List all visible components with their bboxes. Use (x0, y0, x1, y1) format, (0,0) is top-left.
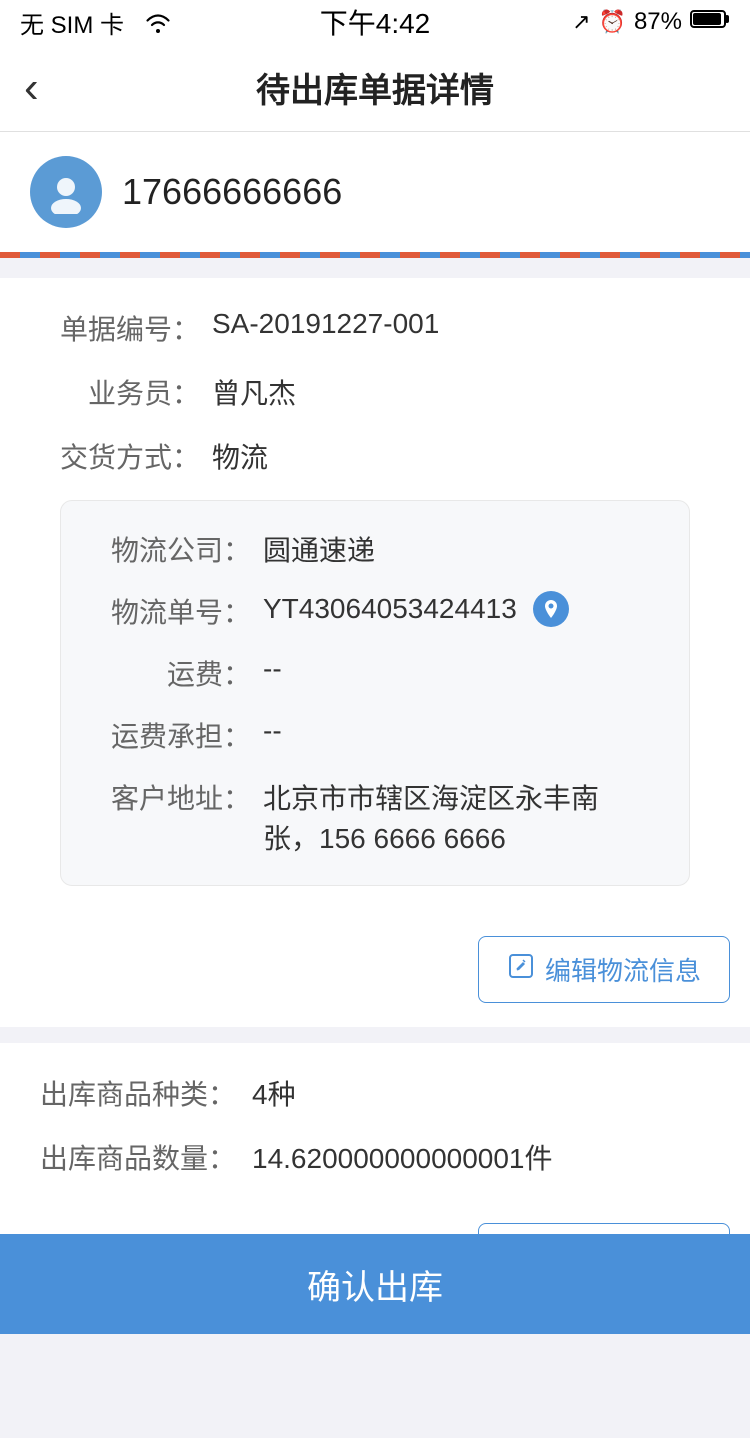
dashed-divider (0, 252, 750, 258)
order-info-section: 单据编号： SA-20191227-001 业务员： 曾凡杰 交货方式： 物流 … (0, 278, 750, 916)
logistics-tracking-value: YT43064053424413 (263, 591, 659, 627)
back-icon: ‹ (24, 63, 39, 112)
logistics-tracking-row: 物流单号： YT43064053424413 (91, 591, 659, 631)
freight-value: -- (263, 653, 659, 685)
goods-types-value: 4种 (252, 1073, 296, 1113)
status-bar: 无 SIM 卡 下午4:42 ↗ ⏰ 87% (0, 0, 750, 44)
tracking-no-text: YT43064053424413 (263, 593, 517, 625)
goods-types-label: 出库商品种类： (40, 1073, 240, 1113)
salesman-row: 业务员： 曾凡杰 (40, 372, 710, 412)
logistics-company-label: 物流公司： (91, 529, 251, 569)
freight-bear-label: 运费承担： (91, 715, 251, 755)
delivery-label: 交货方式： (40, 436, 200, 476)
bottom-padding (0, 1318, 750, 1438)
freight-row: 运费： -- (91, 653, 659, 693)
address-value: 北京市市辖区海淀区永丰南 张，156 6666 6666 (263, 777, 659, 857)
status-time: 下午4:42 (320, 2, 431, 42)
confirm-button-label: 确认出库 (307, 1260, 443, 1309)
order-no-row: 单据编号： SA-20191227-001 (40, 308, 710, 348)
logistics-company-value: 圆通速递 (263, 529, 659, 569)
section-divider-1 (0, 1027, 750, 1043)
nav-bar: ‹ 待出库单据详情 (0, 44, 750, 132)
edit-logistics-section: 编辑物流信息 (0, 916, 750, 1027)
avatar (30, 156, 102, 228)
battery-icon (690, 8, 730, 37)
goods-quantity-value: 14.620000000000001件 (252, 1137, 553, 1177)
delivery-value: 物流 (212, 436, 710, 476)
back-button[interactable]: ‹ (24, 63, 39, 113)
salesman-label: 业务员： (40, 372, 200, 412)
logistics-tracking-label: 物流单号： (91, 591, 251, 631)
carrier-wifi: 无 SIM 卡 (20, 5, 172, 40)
freight-label: 运费： (91, 653, 251, 693)
battery-text: 87% (634, 8, 682, 36)
goods-quantity-label: 出库商品数量： (40, 1137, 240, 1177)
carrier-text: 无 SIM 卡 (20, 12, 124, 39)
confirm-bar[interactable]: 确认出库 (0, 1234, 750, 1334)
logistics-company-row: 物流公司： 圆通速递 (91, 529, 659, 569)
contact-phone: 17666666666 (122, 171, 342, 213)
map-location-icon[interactable] (533, 591, 569, 627)
address-label: 客户地址： (91, 777, 251, 817)
wifi-icon (144, 12, 172, 39)
edit-logistics-button[interactable]: 编辑物流信息 (478, 936, 730, 1003)
status-right: ↗ ⏰ 87% (572, 8, 730, 37)
goods-types-row: 出库商品种类： 4种 (40, 1073, 710, 1113)
delivery-row: 交货方式： 物流 (40, 436, 710, 476)
goods-quantity-row: 出库商品数量： 14.620000000000001件 (40, 1137, 710, 1177)
salesman-value: 曾凡杰 (212, 372, 710, 412)
address-row: 客户地址： 北京市市辖区海淀区永丰南 张，156 6666 6666 (91, 777, 659, 857)
alarm-icon: ⏰ (599, 9, 626, 35)
edit-icon (507, 952, 535, 987)
logistics-card: 物流公司： 圆通速递 物流单号： YT43064053424413 运费： (60, 500, 690, 886)
location-icon: ↗ (572, 9, 590, 35)
contact-section: 17666666666 (0, 132, 750, 252)
order-no-value: SA-20191227-001 (212, 308, 710, 340)
edit-logistics-label: 编辑物流信息 (545, 951, 701, 988)
page-title: 待出库单据详情 (256, 63, 494, 112)
goods-section: 出库商品种类： 4种 出库商品数量： 14.620000000000001件 (0, 1043, 750, 1207)
freight-bear-value: -- (263, 715, 659, 747)
order-no-label: 单据编号： (40, 308, 200, 348)
freight-bear-row: 运费承担： -- (91, 715, 659, 755)
